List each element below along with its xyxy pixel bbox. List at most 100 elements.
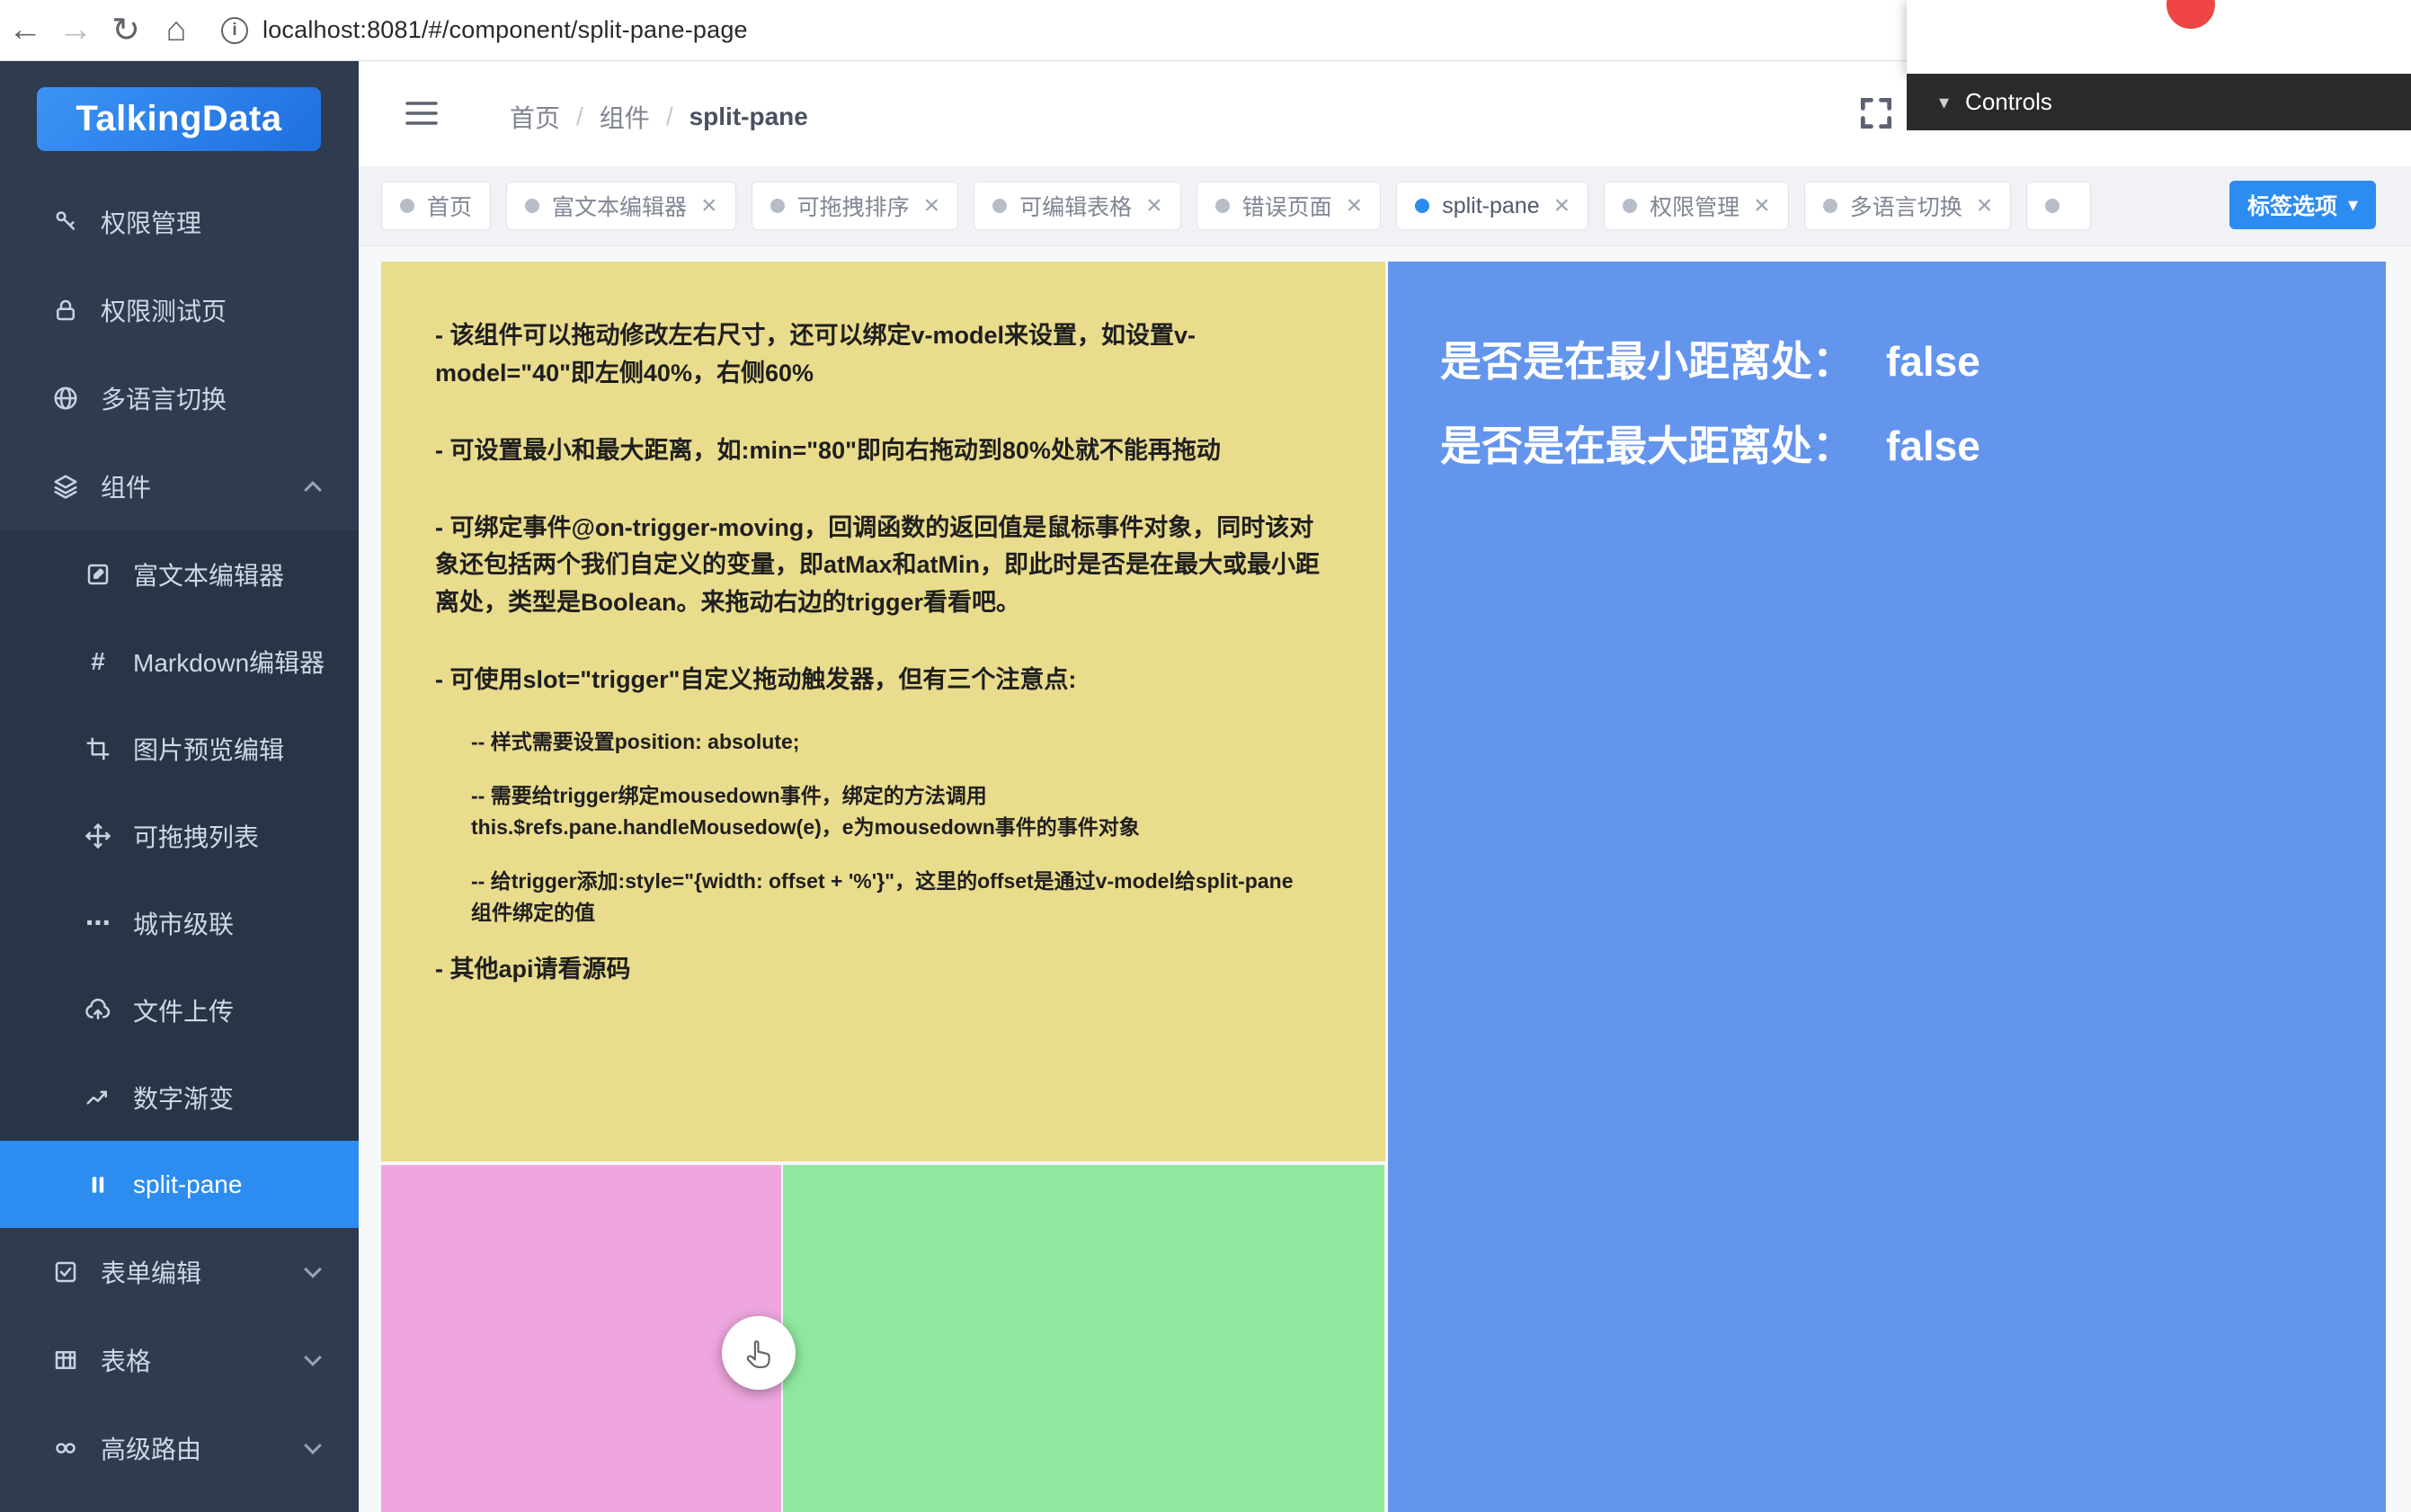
- sidebar-item-file-upload[interactable]: 文件上传: [0, 966, 359, 1054]
- forward-icon[interactable]: →: [50, 11, 101, 49]
- sidebar-item-permission-admin[interactable]: 权限管理: [0, 178, 359, 266]
- chevron-down-icon: [304, 1260, 322, 1278]
- min-distance-value: false: [1886, 338, 1980, 385]
- tab-error-page[interactable]: 错误页面 ×: [1196, 182, 1382, 230]
- url-bar[interactable]: localhost:8081/#/component/split-pane-pa…: [262, 16, 748, 44]
- chevron-up-icon: [304, 481, 322, 499]
- breadcrumb-separator: /: [576, 102, 583, 130]
- close-icon[interactable]: ×: [1347, 192, 1363, 219]
- sidebar-item-split-pane[interactable]: split-pane: [0, 1141, 359, 1228]
- tab-label: 多语言切换: [1849, 195, 1962, 220]
- close-icon[interactable]: ×: [701, 192, 717, 219]
- tag-options-button[interactable]: 标签选项 ▾: [2229, 181, 2376, 229]
- sidebar-item-count-to[interactable]: 数字渐变: [0, 1054, 359, 1141]
- rich-text-editor-icon: [85, 561, 111, 588]
- hash-icon: #: [91, 646, 105, 675]
- sidebar-item-markdown-editor[interactable]: # Markdown编辑器: [0, 618, 359, 705]
- components-submenu: 富文本编辑器 # Markdown编辑器 图片预览编辑 可拖拽列表 ⋯ 城市级联…: [0, 530, 359, 1228]
- close-icon[interactable]: ×: [1554, 192, 1570, 219]
- min-distance-label: 是否是在最小距离处：: [1440, 338, 1854, 385]
- tab-dot-icon: [400, 199, 414, 213]
- sidebar-item-label: 高级路由: [101, 1436, 202, 1463]
- controls-bar[interactable]: ▾ Controls: [1907, 74, 2411, 130]
- tab-dot-icon: [525, 199, 540, 213]
- tab-label: 错误页面: [1241, 195, 1332, 220]
- split-pane-icon: [85, 1171, 111, 1198]
- ellipsis-icon: ⋯: [85, 909, 111, 937]
- split-pane-left: - 该组件可以拖动修改左右尺寸，还可以绑定v-model来设置，如设置v-mod…: [381, 262, 1385, 1161]
- sidebar-item-draggable-list[interactable]: 可拖拽列表: [0, 792, 359, 879]
- sidebar-item-city-cascade[interactable]: ⋯ 城市级联: [0, 879, 359, 966]
- breadcrumb-separator: /: [665, 102, 673, 130]
- sidebar-item-i18n[interactable]: 多语言切换: [0, 354, 359, 442]
- crop-icon: [85, 735, 111, 762]
- tab-label: split-pane: [1442, 192, 1540, 218]
- refresh-icon[interactable]: ↻: [101, 10, 151, 50]
- caret-down-icon: ▾: [2347, 193, 2358, 216]
- sidebar-item-label: 权限测试页: [101, 298, 227, 325]
- sidebar-item-label: 富文本编辑器: [133, 561, 285, 590]
- table-icon: [52, 1347, 79, 1374]
- fullscreen-icon[interactable]: [1856, 93, 1896, 133]
- sidebar-item-advanced-router[interactable]: 高级路由: [0, 1404, 359, 1492]
- tab-label: 可拖拽排序: [796, 195, 910, 220]
- tab-split-pane[interactable]: split-pane ×: [1396, 182, 1589, 230]
- sidebar-item-table[interactable]: 表格: [0, 1316, 359, 1404]
- min-distance-row: 是否是在最小距离处： false: [1440, 329, 2350, 388]
- tab-home[interactable]: 首页: [381, 182, 492, 230]
- sidebar-item-permission-test[interactable]: 权限测试页: [0, 266, 359, 354]
- tab-drag-sort[interactable]: 可拖拽排序 ×: [751, 182, 959, 230]
- sidebar: TalkingData 权限管理 权限测试页 多语言切换 组件 富文本编辑器 #…: [0, 61, 359, 1512]
- logo[interactable]: TalkingData: [37, 87, 321, 151]
- demo-sub-point: -- 给trigger添加:style="{width: offset + '%…: [471, 869, 1294, 924]
- tab-dot-icon: [1822, 199, 1837, 213]
- sidebar-item-components[interactable]: 组件: [0, 442, 359, 530]
- tab-rich-text-editor[interactable]: 富文本编辑器 ×: [506, 182, 736, 230]
- demo-paragraph: - 其他api请看源码: [435, 956, 631, 983]
- nested-pane-left: [381, 1165, 781, 1512]
- sidebar-item-rich-text-editor[interactable]: 富文本编辑器: [0, 530, 359, 618]
- close-icon[interactable]: ×: [1977, 192, 1993, 219]
- chevron-down-icon: [304, 1436, 322, 1454]
- tab-permission-admin[interactable]: 权限管理 ×: [1604, 182, 1789, 230]
- cloud-upload-icon: [85, 997, 111, 1024]
- split-pane-demo: - 该组件可以拖动修改左右尺寸，还可以绑定v-model来设置，如设置v-mod…: [359, 246, 2411, 1512]
- trend-icon: [85, 1084, 111, 1111]
- tab-label: 首页: [427, 195, 473, 220]
- sidebar-item-label: 表格: [101, 1347, 152, 1375]
- home-icon[interactable]: ⌂: [151, 11, 201, 49]
- caret-down-icon: ▾: [1939, 90, 1950, 113]
- logo-text: TalkingData: [76, 99, 282, 138]
- close-icon[interactable]: ×: [1146, 192, 1162, 219]
- hamburger-menu-icon[interactable]: [404, 95, 440, 131]
- max-distance-value: false: [1886, 422, 1980, 469]
- back-icon[interactable]: ←: [0, 11, 50, 49]
- sidebar-item-label: 多语言切换: [101, 386, 227, 414]
- close-icon[interactable]: ×: [924, 192, 940, 219]
- sidebar-item-label: 图片预览编辑: [133, 735, 285, 764]
- breadcrumb-home[interactable]: 首页: [510, 99, 560, 135]
- hand-cursor-icon: [746, 1340, 770, 1368]
- tab-label: 可编辑表格: [1019, 195, 1133, 220]
- tag-options-label: 标签选项: [2246, 194, 2337, 219]
- tab-i18n[interactable]: 多语言切换 ×: [1803, 182, 2012, 230]
- screen: ← → ↻ ⌂ i localhost:8081/#/component/spl…: [0, 0, 2411, 1512]
- sidebar-item-form-edit[interactable]: 表单编辑: [0, 1228, 359, 1316]
- split-pane-trigger[interactable]: [722, 1316, 796, 1390]
- tab-editable-table[interactable]: 可编辑表格 ×: [974, 182, 1181, 230]
- sidebar-item-label: split-pane: [133, 1170, 243, 1198]
- form-check-icon: [52, 1259, 79, 1285]
- chevron-down-icon: [304, 1348, 322, 1366]
- breadcrumb-components[interactable]: 组件: [600, 99, 650, 135]
- close-icon[interactable]: ×: [1754, 192, 1770, 219]
- nested-pane-right: [783, 1165, 1384, 1512]
- tab-partial[interactable]: [2026, 182, 2092, 230]
- demo-paragraph: - 可使用slot="trigger"自定义拖动触发器，但有三个注意点:: [435, 666, 1077, 694]
- site-info-icon[interactable]: i: [221, 16, 248, 44]
- sidebar-item-image-preview-edit[interactable]: 图片预览编辑: [0, 705, 359, 792]
- layers-icon: [52, 473, 79, 500]
- demo-sub-point: -- 样式需要设置position: absolute;: [471, 729, 800, 753]
- demo-paragraph: - 该组件可以拖动修改左右尺寸，还可以绑定v-model来设置，如设置v-mod…: [435, 322, 1197, 387]
- max-distance-label: 是否是在最大距离处：: [1440, 422, 1854, 469]
- record-dot-icon[interactable]: [2166, 0, 2215, 29]
